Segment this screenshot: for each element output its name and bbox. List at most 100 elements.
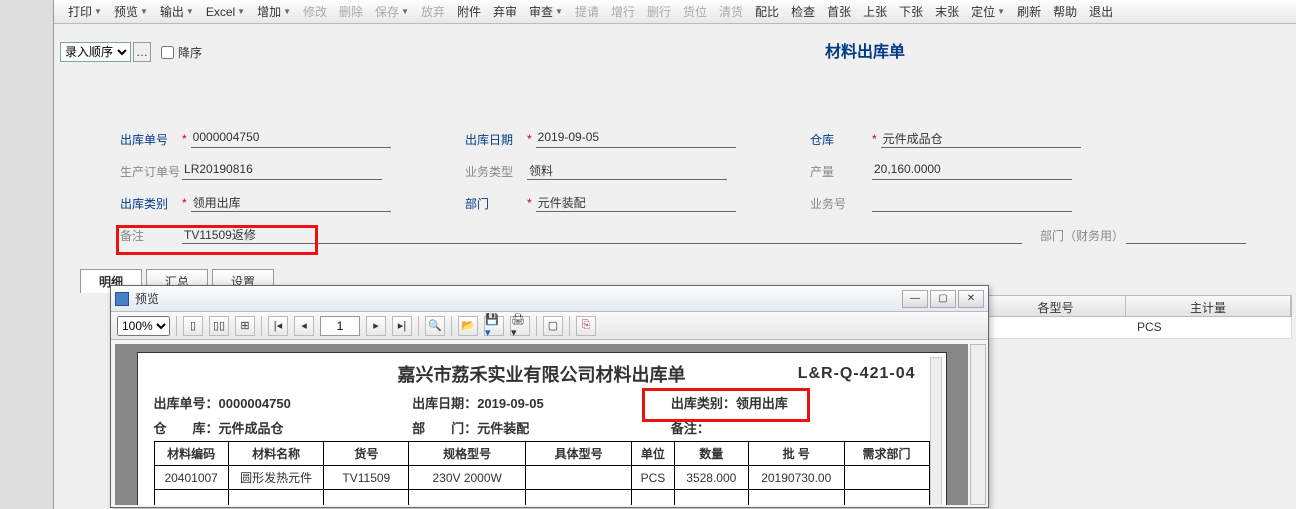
biz-type-value[interactable]: 领料 — [527, 162, 727, 180]
toolbar-16: 清货 — [713, 1, 749, 23]
open-icon[interactable]: 📂 — [458, 316, 478, 336]
toolbar-5: 修改 — [297, 1, 333, 23]
dept-fin-label: 部门（财务用） — [1040, 227, 1124, 244]
next-page-button[interactable]: ▸ — [366, 316, 386, 336]
qty-value[interactable]: 20,160.0000 — [872, 162, 1072, 180]
print-td — [526, 466, 632, 490]
toolbar-11[interactable]: 审查▼ — [523, 1, 569, 23]
print-td: 圆形发热元件 — [228, 466, 324, 490]
print-out-date: 出库日期：2019-09-05 — [412, 393, 671, 412]
out-no-label: 出库单号 — [120, 131, 180, 148]
out-date-label: 出库日期 — [465, 131, 525, 148]
dept-value[interactable]: 元件装配 — [536, 194, 736, 212]
toolbar-3[interactable]: Excel▼ — [200, 1, 251, 23]
preview-toolbar: 100% ▯ ▯▯ ⊞ |◂ ◂ ▸ ▸| 🔍 📂 💾▾ 🖨▾ ▢ ⎘ — [111, 312, 988, 340]
grid-cell-peek: PCS — [985, 317, 1292, 339]
form-area: 出库单号* 0000004750 出库日期* 2019-09-05 仓库* 元件… — [120, 130, 1286, 258]
toolbar-18[interactable]: 检查 — [785, 1, 821, 23]
document-title: 材料出库单 — [825, 38, 905, 62]
print-td: PCS — [632, 466, 674, 490]
warehouse-label: 仓库 — [810, 131, 870, 148]
single-page-icon[interactable]: ▯ — [183, 316, 203, 336]
toolbar-26[interactable]: 退出 — [1083, 1, 1119, 23]
toolbar-22[interactable]: 末张 — [929, 1, 965, 23]
toolbar-21[interactable]: 下张 — [893, 1, 929, 23]
print-th: 数量 — [674, 442, 748, 466]
out-kind-value[interactable]: 领用出库 — [191, 194, 391, 212]
descending-label: 降序 — [178, 44, 202, 61]
toolbar-8: 放弃 — [415, 1, 451, 23]
last-page-button[interactable]: ▸| — [392, 316, 412, 336]
required-mark: * — [182, 132, 187, 146]
left-ruler — [0, 0, 54, 509]
dept-fin-value[interactable] — [1126, 226, 1246, 244]
preview-page: 嘉兴市荔禾实业有限公司材料出库单 L&R-Q-421-04 出库单号：00000… — [137, 352, 947, 505]
preview-scrollbar[interactable] — [970, 344, 986, 505]
print-th: 具体型号 — [526, 442, 632, 466]
prev-page-button[interactable]: ◂ — [294, 316, 314, 336]
toolbar-14: 删行 — [641, 1, 677, 23]
remark-value[interactable]: TV11509返修 — [182, 226, 1022, 244]
preview-title-text: 预览 — [135, 290, 159, 307]
toolbar-2[interactable]: 输出▼ — [154, 1, 200, 23]
out-no-value[interactable]: 0000004750 — [191, 130, 391, 148]
toolbar-7: 保存▼ — [369, 1, 415, 23]
print-th: 需求部门 — [844, 442, 929, 466]
minimize-button[interactable]: — — [902, 290, 928, 308]
toolbar-24[interactable]: 刷新 — [1011, 1, 1047, 23]
toolbar-4[interactable]: 增加▼ — [251, 1, 297, 23]
maximize-button[interactable]: ▢ — [930, 290, 956, 308]
toolbar-1[interactable]: 预览▼ — [108, 1, 154, 23]
sub-toolbar: 录入顺序 … 降序 — [60, 40, 1296, 64]
save-icon[interactable]: 💾▾ — [484, 316, 504, 336]
biz-no-value[interactable] — [872, 194, 1072, 212]
print-th: 货号 — [324, 442, 409, 466]
grid-col-model: 各型号 — [986, 296, 1126, 316]
toolbar-20[interactable]: 上张 — [857, 1, 893, 23]
toolbar-15: 货位 — [677, 1, 713, 23]
dept-label: 部门 — [465, 195, 525, 212]
grid-cell-uom: PCS — [1137, 320, 1162, 334]
toolbar-19[interactable]: 首张 — [821, 1, 857, 23]
exit-icon[interactable]: ⎘ — [576, 316, 596, 336]
print-th: 材料名称 — [228, 442, 324, 466]
multi-page-icon[interactable]: ⊞ — [235, 316, 255, 336]
print-td — [844, 466, 929, 490]
out-date-value[interactable]: 2019-09-05 — [536, 130, 736, 148]
preview-canvas[interactable]: 嘉兴市荔禾实业有限公司材料出库单 L&R-Q-421-04 出库单号：00000… — [115, 344, 968, 505]
biz-no-label: 业务号 — [810, 195, 870, 212]
toolbar-9[interactable]: 附件 — [451, 1, 487, 23]
toolbar-17[interactable]: 配比 — [749, 1, 785, 23]
preview-app-icon — [115, 292, 129, 306]
page-setup-icon[interactable]: ▢ — [543, 316, 563, 336]
order-select[interactable]: 录入顺序 — [60, 42, 131, 62]
toolbar-25[interactable]: 帮助 — [1047, 1, 1083, 23]
page-inner-scrollbar[interactable] — [930, 357, 942, 505]
descending-checkbox[interactable] — [161, 46, 174, 59]
print-doc-code: L&R-Q-421-04 — [798, 365, 916, 383]
toolbar-10[interactable]: 弃审 — [487, 1, 523, 23]
print-remark: 备注： — [671, 418, 930, 437]
zoom-select[interactable]: 100% — [117, 316, 170, 336]
close-button[interactable]: ✕ — [958, 290, 984, 308]
print-td: TV11509 — [324, 466, 409, 490]
warehouse-value[interactable]: 元件成品仓 — [881, 130, 1081, 148]
print-th: 规格型号 — [409, 442, 526, 466]
preview-window: 预览 — ▢ ✕ 100% ▯ ▯▯ ⊞ |◂ ◂ ▸ ▸| 🔍 📂 💾▾ 🖨▾… — [110, 285, 989, 508]
search-icon[interactable]: 🔍 — [425, 316, 445, 336]
print-td: 20190730.00 — [748, 466, 844, 490]
page-num-input[interactable] — [320, 316, 360, 336]
print-icon[interactable]: 🖨▾ — [510, 316, 530, 336]
preview-titlebar[interactable]: 预览 — ▢ ✕ — [111, 286, 988, 312]
toolbar-23[interactable]: 定位▼ — [965, 1, 1011, 23]
toolbar-6: 删除 — [333, 1, 369, 23]
grid-header-peek: 各型号 主计量 — [985, 295, 1292, 317]
print-warehouse: 仓 库：元件成品仓 — [154, 418, 413, 437]
first-page-button[interactable]: |◂ — [268, 316, 288, 336]
print-th: 材料编码 — [154, 442, 228, 466]
toolbar-0[interactable]: 打印▼ — [62, 1, 108, 23]
prod-order-value[interactable]: LR20190816 — [182, 162, 382, 180]
order-ellipsis-button[interactable]: … — [133, 42, 151, 62]
facing-pages-icon[interactable]: ▯▯ — [209, 316, 229, 336]
prod-order-label: 生产订单号 — [120, 163, 180, 180]
